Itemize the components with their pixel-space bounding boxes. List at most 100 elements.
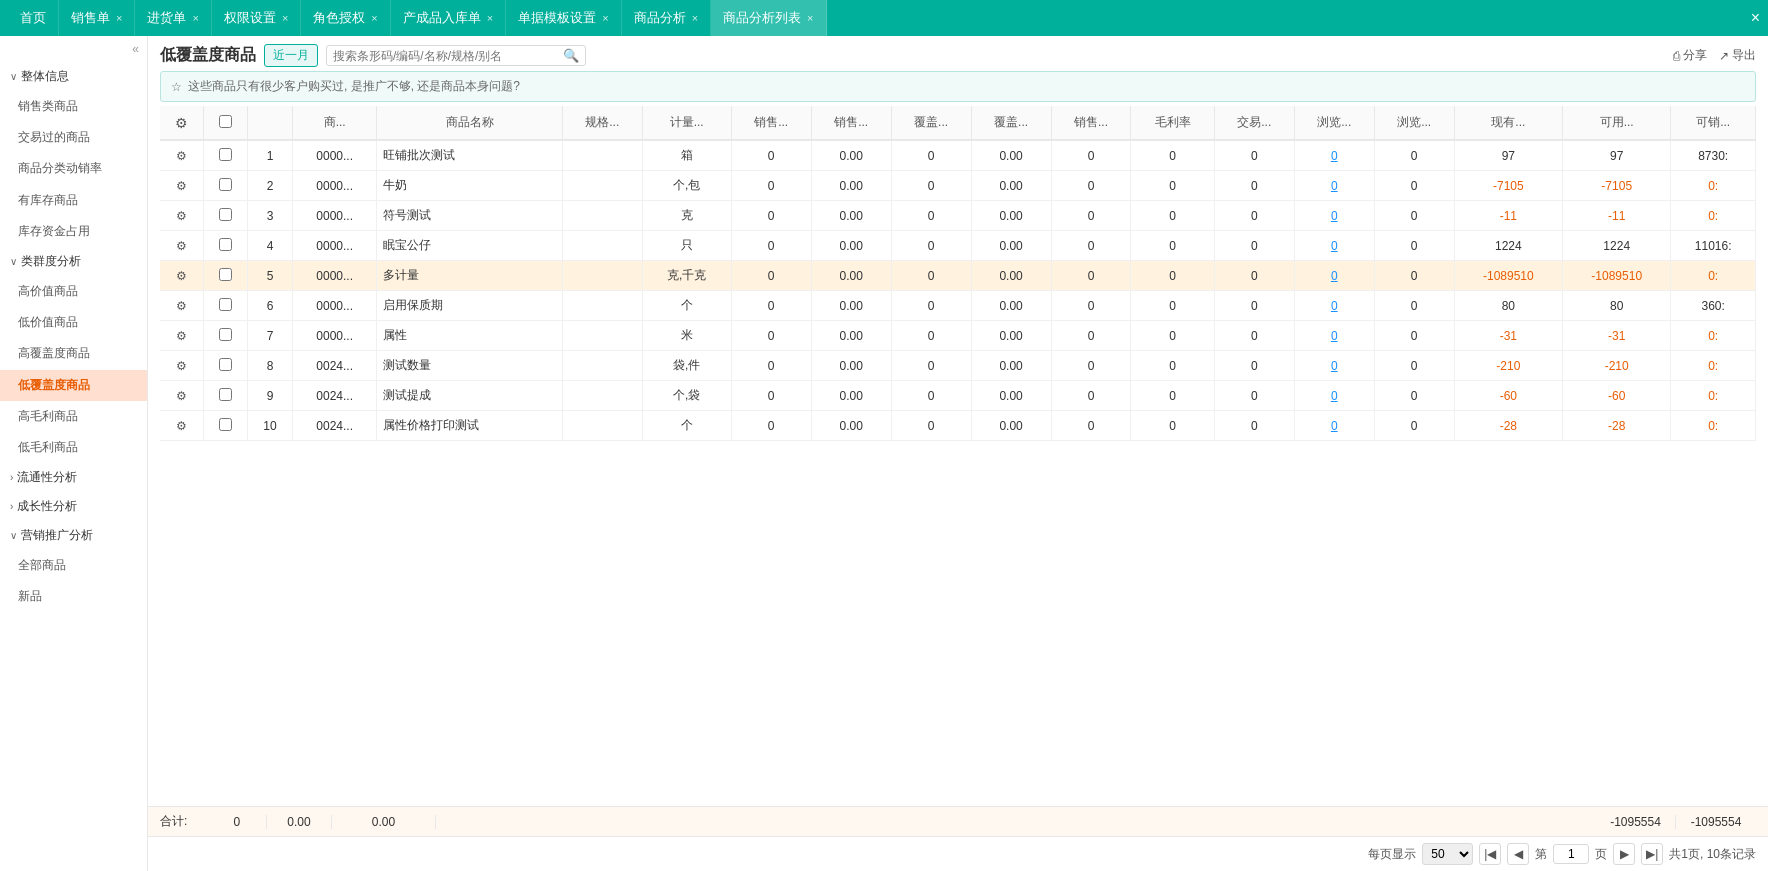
row-br2: 0 [1374, 231, 1454, 261]
sidebar-item-all-goods[interactable]: 全部商品 [0, 550, 147, 581]
row-settings[interactable]: ⚙ [160, 140, 203, 171]
close-icon[interactable]: × [807, 12, 813, 24]
nav-tab-template[interactable]: 单据模板设置 × [506, 0, 621, 36]
row-checkbox[interactable] [203, 261, 247, 291]
row-br1[interactable]: 0 [1294, 291, 1374, 321]
row-stock2: -31 [1563, 321, 1671, 351]
row-br1[interactable]: 0 [1294, 321, 1374, 351]
select-all-checkbox[interactable] [219, 115, 232, 128]
row-settings[interactable]: ⚙ [160, 381, 203, 411]
row-settings[interactable]: ⚙ [160, 321, 203, 351]
row-select-checkbox[interactable] [219, 298, 232, 311]
search-input[interactable] [333, 49, 563, 63]
row-select-checkbox[interactable] [219, 418, 232, 431]
row-br1[interactable]: 0 [1294, 381, 1374, 411]
row-select-checkbox[interactable] [219, 268, 232, 281]
prev-page-button[interactable]: ◀ [1507, 843, 1529, 865]
sidebar-section-growth[interactable]: › 成长性分析 [0, 492, 147, 521]
row-settings[interactable]: ⚙ [160, 231, 203, 261]
row-code: 0000... [292, 140, 377, 171]
sidebar-item-high-margin[interactable]: 高毛利商品 [0, 401, 147, 432]
next-page-button[interactable]: ▶ [1613, 843, 1635, 865]
row-select-checkbox[interactable] [219, 388, 232, 401]
row-settings[interactable]: ⚙ [160, 291, 203, 321]
row-checkbox[interactable] [203, 201, 247, 231]
sidebar-item-low-coverage[interactable]: 低覆盖度商品 [0, 370, 147, 401]
close-icon[interactable]: × [116, 12, 122, 24]
nav-tab-analysis[interactable]: 商品分析 × [622, 0, 711, 36]
row-br1[interactable]: 0 [1294, 171, 1374, 201]
period-button[interactable]: 近一月 [264, 44, 318, 67]
close-icon[interactable]: × [282, 12, 288, 24]
row-settings[interactable]: ⚙ [160, 201, 203, 231]
row-br1[interactable]: 0 [1294, 201, 1374, 231]
row-select-checkbox[interactable] [219, 328, 232, 341]
row-br1[interactable]: 0 [1294, 351, 1374, 381]
row-trans: 0 [1214, 261, 1294, 291]
page-number-input[interactable] [1553, 844, 1589, 864]
close-icon[interactable]: × [371, 12, 377, 24]
row-checkbox[interactable] [203, 321, 247, 351]
row-settings[interactable]: ⚙ [160, 261, 203, 291]
sidebar-item-category-rate[interactable]: 商品分类动销率 [0, 153, 147, 184]
row-settings[interactable]: ⚙ [160, 411, 203, 441]
settings-col-header[interactable]: ⚙ [160, 106, 203, 140]
row-select-checkbox[interactable] [219, 178, 232, 191]
row-settings[interactable]: ⚙ [160, 171, 203, 201]
row-br1[interactable]: 0 [1294, 411, 1374, 441]
row-select-checkbox[interactable] [219, 238, 232, 251]
row-checkbox[interactable] [203, 411, 247, 441]
close-icon[interactable]: × [602, 12, 608, 24]
row-br1[interactable]: 0 [1294, 231, 1374, 261]
sidebar-item-low-margin[interactable]: 低毛利商品 [0, 432, 147, 463]
close-all-button[interactable]: × [1751, 9, 1760, 27]
nav-tab-roles[interactable]: 角色授权 × [301, 0, 390, 36]
sidebar-item-stock-goods[interactable]: 有库存商品 [0, 185, 147, 216]
row-select-checkbox[interactable] [219, 358, 232, 371]
row-select-checkbox[interactable] [219, 208, 232, 221]
close-icon[interactable]: × [192, 12, 198, 24]
row-checkbox[interactable] [203, 291, 247, 321]
nav-tab-inventory[interactable]: 产成品入库单 × [391, 0, 506, 36]
sidebar-section-flow[interactable]: › 流通性分析 [0, 463, 147, 492]
row-checkbox[interactable] [203, 381, 247, 411]
sidebar-item-capital[interactable]: 库存资金占用 [0, 216, 147, 247]
row-select-checkbox[interactable] [219, 148, 232, 161]
row-gross: 0 [1131, 261, 1214, 291]
row-br1[interactable]: 0 [1294, 261, 1374, 291]
close-icon[interactable]: × [692, 12, 698, 24]
per-page-select[interactable]: 50 100 200 [1422, 843, 1473, 865]
sidebar-section-cluster[interactable]: ∨ 类群度分析 [0, 247, 147, 276]
row-settings[interactable]: ⚙ [160, 351, 203, 381]
sidebar-item-new-goods[interactable]: 新品 [0, 581, 147, 612]
nav-tab-permissions[interactable]: 权限设置 × [212, 0, 301, 36]
row-stock2: -11 [1563, 201, 1671, 231]
col-cov2: 覆盖... [971, 106, 1051, 140]
nav-tab-home[interactable]: 首页 [8, 0, 59, 36]
sidebar-item-low-value[interactable]: 低价值商品 [0, 307, 147, 338]
sidebar-item-traded-goods[interactable]: 交易过的商品 [0, 122, 147, 153]
close-icon[interactable]: × [487, 12, 493, 24]
sidebar-item-high-coverage[interactable]: 高覆盖度商品 [0, 338, 147, 369]
share-button[interactable]: ⎙ 分享 [1673, 47, 1707, 64]
row-br1[interactable]: 0 [1294, 140, 1374, 171]
sidebar-section-marketing[interactable]: ∨ 营销推广分析 [0, 521, 147, 550]
row-checkbox[interactable] [203, 171, 247, 201]
sidebar-item-sales-goods[interactable]: 销售类商品 [0, 91, 147, 122]
last-page-button[interactable]: ▶| [1641, 843, 1663, 865]
sidebar-item-high-value[interactable]: 高价值商品 [0, 276, 147, 307]
checkbox-col-header[interactable] [203, 106, 247, 140]
row-cov1: 0 [891, 201, 971, 231]
nav-tab-sales[interactable]: 销售单 × [59, 0, 135, 36]
first-page-button[interactable]: |◀ [1479, 843, 1501, 865]
export-button[interactable]: ↗ 导出 [1719, 47, 1756, 64]
sidebar-section-overall[interactable]: ∨ 整体信息 [0, 62, 147, 91]
nav-tab-analysis-list[interactable]: 商品分析列表 × [711, 0, 826, 36]
row-checkbox[interactable] [203, 351, 247, 381]
nav-tab-purchase[interactable]: 进货单 × [135, 0, 211, 36]
row-sales-qty: 0 [731, 201, 811, 231]
row-num: 1 [248, 140, 293, 171]
sidebar-collapse-button[interactable]: « [0, 36, 147, 62]
row-checkbox[interactable] [203, 231, 247, 261]
row-checkbox[interactable] [203, 140, 247, 171]
